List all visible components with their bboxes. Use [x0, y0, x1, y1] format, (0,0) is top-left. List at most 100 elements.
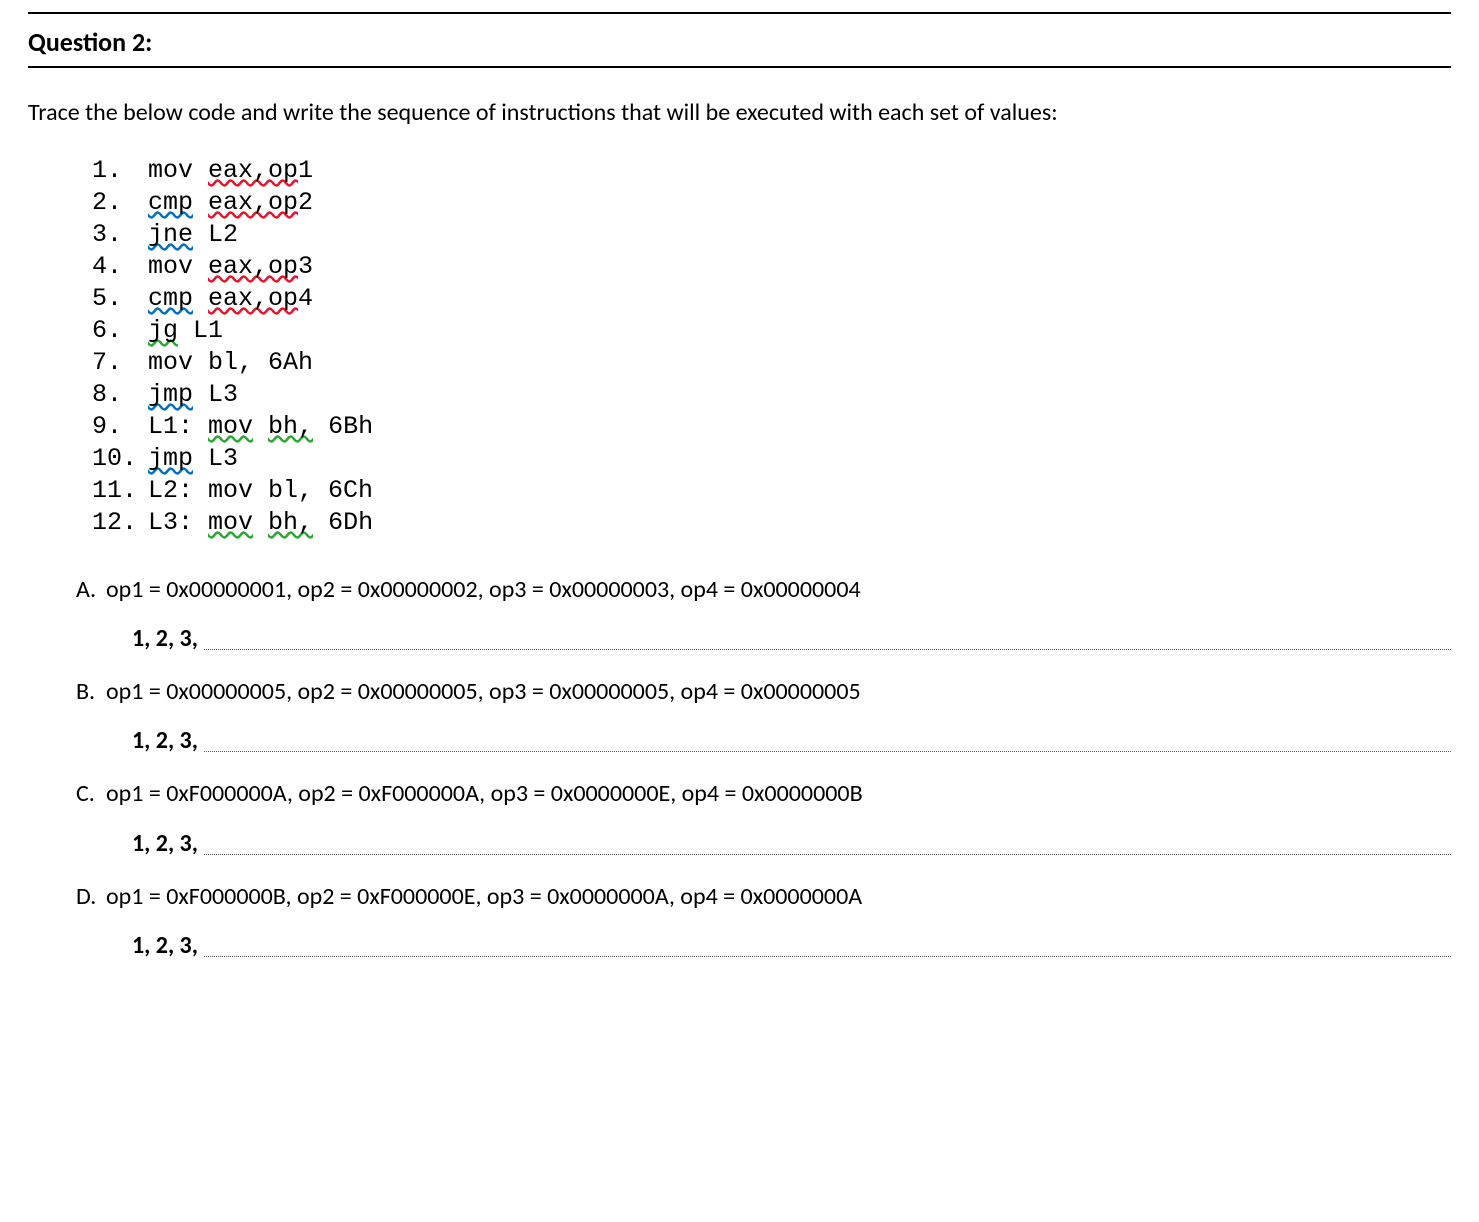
code-segment: bh, [268, 508, 313, 537]
code-segment: L2: mov bl, 6Ch [148, 476, 373, 505]
page: Question 2: Trace the below code and wri… [0, 0, 1479, 1024]
line-number: 5. [92, 283, 148, 315]
line-number: 4. [92, 251, 148, 283]
answer-row: 1, 2, 3, [132, 624, 1451, 653]
code-segment: L3 [193, 380, 238, 409]
part-text: op1 = 0xF000000A, op2 = 0xF000000A, op3 … [106, 779, 863, 808]
part-text: op1 = 0x00000005, op2 = 0x00000005, op3 … [106, 677, 861, 706]
code-segment: eax,op [208, 156, 298, 185]
line-number: 12. [92, 507, 148, 539]
part-heading: A.op1 = 0x00000001, op2 = 0x00000002, op… [76, 575, 1451, 604]
code-segment: mov [208, 508, 253, 537]
code-line: 7.mov bl, 6Ah [92, 347, 1451, 379]
code-segment: jmp [148, 444, 193, 473]
line-number: 6. [92, 315, 148, 347]
line-number: 8. [92, 379, 148, 411]
code-segment: 1 [298, 156, 313, 185]
line-number: 2. [92, 187, 148, 219]
code-segment: L3 [193, 444, 238, 473]
code-segment [253, 412, 268, 441]
code-block: 1.mov eax,op12.cmp eax,op23.jne L24.mov … [92, 155, 1451, 539]
code-segment [253, 508, 268, 537]
code-line: 2.cmp eax,op2 [92, 187, 1451, 219]
code-segment: mov [208, 412, 253, 441]
answer-lead: 1, 2, 3, [132, 726, 204, 755]
code-segment: L1: [148, 412, 208, 441]
part: B.op1 = 0x00000005, op2 = 0x00000005, op… [76, 677, 1451, 755]
answer-blank-line[interactable] [204, 931, 1451, 957]
question-title: Question 2: [28, 20, 1451, 66]
answer-lead: 1, 2, 3, [132, 624, 204, 653]
code-line: 11.L2: mov bl, 6Ch [92, 475, 1451, 507]
code-segment: jne [148, 220, 193, 249]
code-segment: 4 [298, 284, 313, 313]
answer-blank-line[interactable] [204, 726, 1451, 752]
code-segment: mov [148, 252, 208, 281]
answer-lead: 1, 2, 3, [132, 931, 204, 960]
code-segment: eax,op [208, 252, 298, 281]
part: D.op1 = 0xF000000B, op2 = 0xF000000E, op… [76, 882, 1451, 960]
code-content: jmp L3 [148, 443, 238, 475]
code-segment: 2 [298, 188, 313, 217]
line-number: 10. [92, 443, 148, 475]
line-number: 1. [92, 155, 148, 187]
code-content: cmp eax,op2 [148, 187, 313, 219]
part-label: A. [76, 575, 106, 604]
code-segment [193, 284, 208, 313]
code-content: jg L1 [148, 315, 223, 347]
code-content: cmp eax,op4 [148, 283, 313, 315]
answer-lead: 1, 2, 3, [132, 829, 204, 858]
code-line: 3.jne L2 [92, 219, 1451, 251]
question-prompt: Trace the below code and write the seque… [28, 98, 1451, 127]
code-line: 1.mov eax,op1 [92, 155, 1451, 187]
code-segment: L1 [178, 316, 223, 345]
code-content: jne L2 [148, 219, 238, 251]
code-segment: L3: [148, 508, 208, 537]
code-content: mov bl, 6Ah [148, 347, 313, 379]
line-number: 9. [92, 411, 148, 443]
part-text: op1 = 0xF000000B, op2 = 0xF000000E, op3 … [106, 882, 862, 911]
line-number: 3. [92, 219, 148, 251]
code-segment: eax,op [208, 284, 298, 313]
code-line: 4.mov eax,op3 [92, 251, 1451, 283]
rule-top [28, 12, 1451, 14]
parts-container: A.op1 = 0x00000001, op2 = 0x00000002, op… [76, 575, 1451, 960]
code-segment: mov bl, 6Ah [148, 348, 313, 377]
code-line: 10.jmp L3 [92, 443, 1451, 475]
part: A.op1 = 0x00000001, op2 = 0x00000002, op… [76, 575, 1451, 653]
code-line: 12.L3: mov bh, 6Dh [92, 507, 1451, 539]
code-segment: 6Dh [313, 508, 373, 537]
answer-row: 1, 2, 3, [132, 726, 1451, 755]
code-segment: cmp [148, 188, 193, 217]
part-heading: D.op1 = 0xF000000B, op2 = 0xF000000E, op… [76, 882, 1451, 911]
answer-blank-line[interactable] [204, 624, 1451, 650]
code-content: L1: mov bh, 6Bh [148, 411, 373, 443]
part-label: D. [76, 882, 106, 911]
code-content: mov eax,op1 [148, 155, 313, 187]
answer-row: 1, 2, 3, [132, 931, 1451, 960]
code-content: jmp L3 [148, 379, 238, 411]
code-content: L2: mov bl, 6Ch [148, 475, 373, 507]
answer-blank-line[interactable] [204, 828, 1451, 854]
code-segment: jg [148, 316, 178, 345]
code-content: mov eax,op3 [148, 251, 313, 283]
part-heading: B.op1 = 0x00000005, op2 = 0x00000005, op… [76, 677, 1451, 706]
part: C.op1 = 0xF000000A, op2 = 0xF000000A, op… [76, 779, 1451, 857]
code-content: L3: mov bh, 6Dh [148, 507, 373, 539]
code-segment: 6Bh [313, 412, 373, 441]
code-line: 5.cmp eax,op4 [92, 283, 1451, 315]
line-number: 11. [92, 475, 148, 507]
answer-row: 1, 2, 3, [132, 828, 1451, 857]
code-segment: 3 [298, 252, 313, 281]
code-line: 8.jmp L3 [92, 379, 1451, 411]
code-segment: jmp [148, 380, 193, 409]
code-segment [193, 188, 208, 217]
part-label: C. [76, 779, 106, 808]
code-segment: L2 [193, 220, 238, 249]
rule-bottom [28, 66, 1451, 68]
line-number: 7. [92, 347, 148, 379]
code-segment: cmp [148, 284, 193, 313]
code-segment: mov [148, 156, 208, 185]
part-label: B. [76, 677, 106, 706]
part-text: op1 = 0x00000001, op2 = 0x00000002, op3 … [106, 575, 861, 604]
